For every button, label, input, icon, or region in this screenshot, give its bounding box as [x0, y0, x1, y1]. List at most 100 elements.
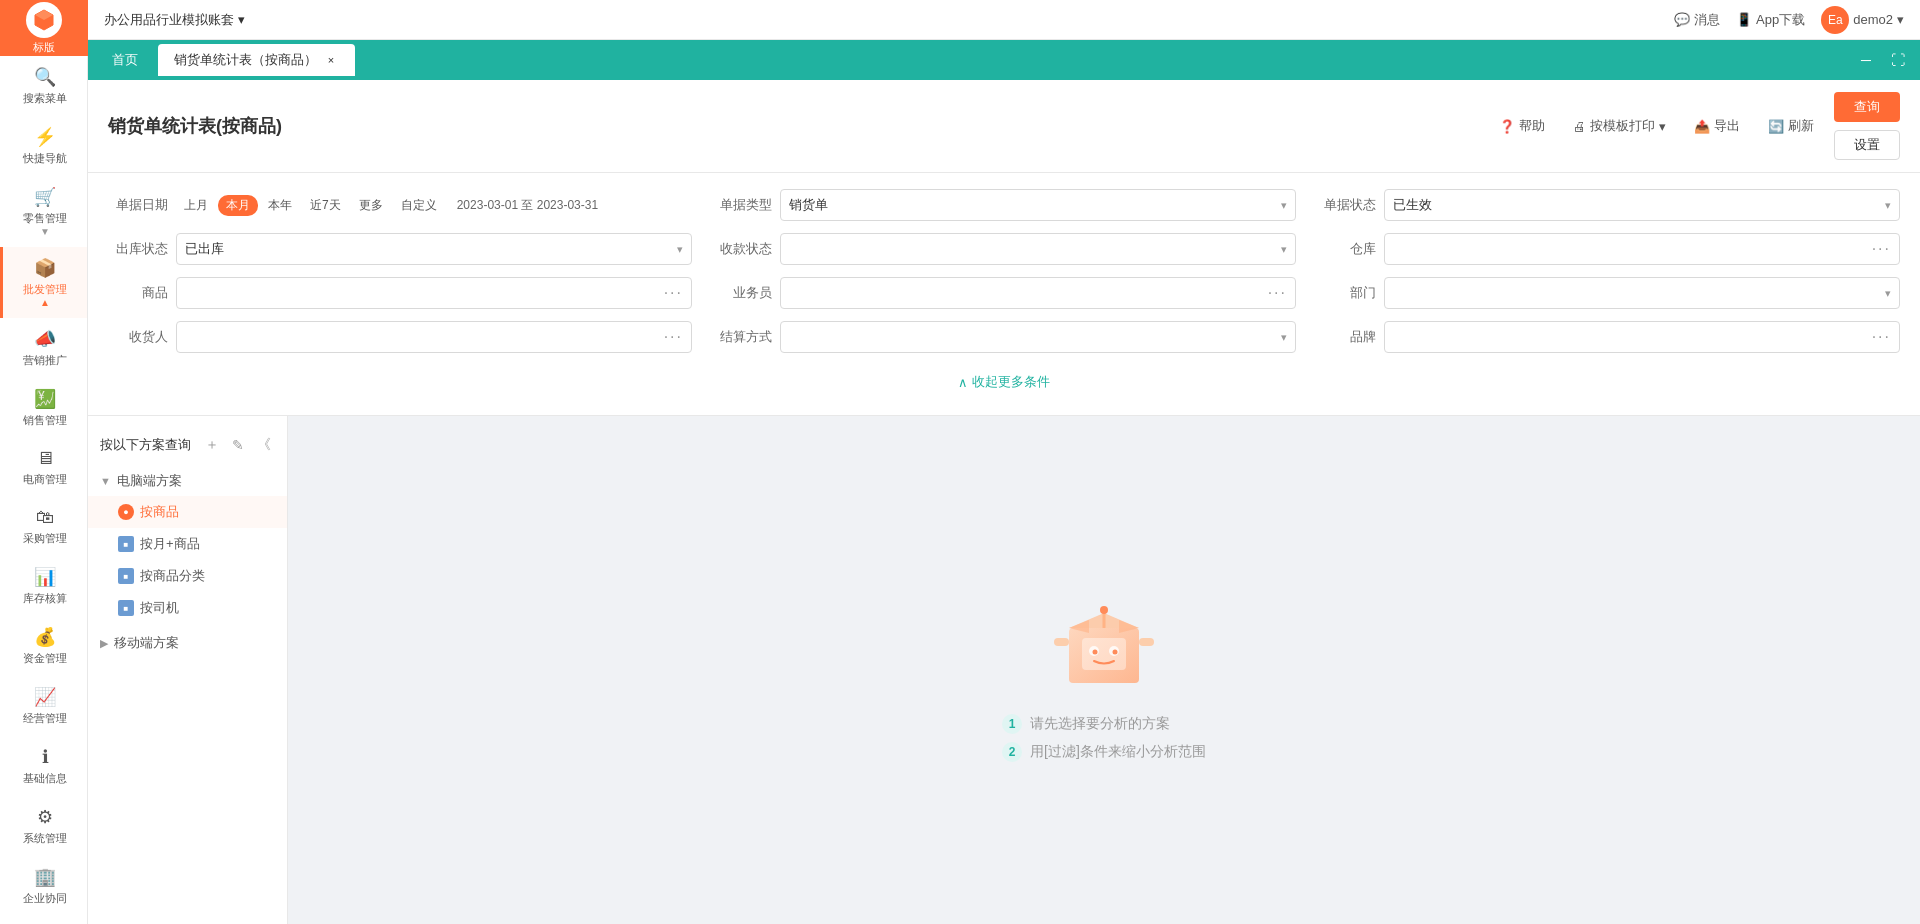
this-month-btn[interactable]: 本月	[218, 195, 258, 216]
sidebar-menu: 🔍 搜索菜单 ⚡ 快捷导航 🛒 零售管理 ▼ 📦 批发管理 ▲ 📣 营销推广 💹…	[0, 56, 87, 924]
download-icon: 📱	[1736, 12, 1752, 27]
nav-add-button[interactable]: ＋	[201, 434, 223, 456]
sidebar-item-ecommerce-label: 电商管理	[23, 472, 67, 487]
more-date-btn[interactable]: 更多	[351, 195, 391, 216]
svg-point-5	[1113, 650, 1118, 655]
sidebar-item-quicknav[interactable]: ⚡ 快捷导航	[0, 116, 87, 176]
tab-sales-stats[interactable]: 销货单统计表（按商品） ×	[158, 44, 355, 76]
tab-maximize-button[interactable]: ⛶	[1884, 46, 1912, 74]
step-1-number: 1	[1002, 714, 1022, 734]
nav-section-mobile-header[interactable]: ▶ 移动端方案	[88, 628, 287, 658]
doc-type-input[interactable]: 销货单 ▾	[780, 189, 1296, 221]
payment-status-dropdown-icon: ▾	[1281, 243, 1287, 256]
workspace-selector[interactable]: 办公用品行业模拟账套 ▾	[104, 11, 245, 29]
out-status-input[interactable]: 已出库 ▾	[176, 233, 692, 265]
nav-item-by-category[interactable]: ■ 按商品分类	[88, 560, 287, 592]
nav-item-by-month-goods[interactable]: ■ 按月+商品	[88, 528, 287, 560]
last-7days-btn[interactable]: 近7天	[302, 195, 349, 216]
sidebar-item-marketing[interactable]: 📣 营销推广	[0, 318, 87, 378]
app-download-button[interactable]: 📱 App下载	[1736, 11, 1805, 29]
nav-section-desktop-header[interactable]: ▼ 电脑端方案	[88, 466, 287, 496]
export-button[interactable]: 📤 导出	[1686, 113, 1748, 139]
nav-item-by-driver-icon: ■	[118, 600, 134, 616]
nav-collapse-button[interactable]: 《	[253, 434, 275, 456]
sidebar-item-wholesale[interactable]: 📦 批发管理 ▲	[0, 247, 87, 318]
empty-state-icon	[1044, 578, 1164, 698]
tab-minimize-button[interactable]: ─	[1852, 46, 1880, 74]
empty-step-1: 1 请先选择要分析的方案	[1002, 714, 1206, 734]
doc-type-value: 销货单	[789, 196, 1277, 214]
sidebar-item-system[interactable]: ⚙ 系统管理	[0, 796, 87, 856]
this-year-btn[interactable]: 本年	[260, 195, 300, 216]
page-title: 销货单统计表(按商品)	[108, 114, 282, 150]
topbar-right: 💬 消息 📱 App下载 Ea demo2 ▾	[1674, 6, 1904, 34]
goods-input[interactable]: ···	[176, 277, 692, 309]
help-button[interactable]: ❓ 帮助	[1491, 113, 1553, 139]
finance-icon: 💰	[34, 626, 56, 648]
print-label: 按模板打印	[1590, 117, 1655, 135]
query-button[interactable]: 查询	[1834, 92, 1900, 122]
main-area: 办公用品行业模拟账套 ▾ 💬 消息 📱 App下载 Ea demo2 ▾ 首页	[88, 0, 1920, 924]
department-input[interactable]: ▾	[1384, 277, 1900, 309]
refresh-button[interactable]: 🔄 刷新	[1760, 113, 1822, 139]
receiver-dots-icon: ···	[664, 328, 683, 346]
custom-date-btn[interactable]: 自定义	[393, 195, 445, 216]
sidebar-item-operations[interactable]: 📈 经营管理	[0, 676, 87, 736]
sidebar-item-guide[interactable]: 🎯 新手引导	[0, 916, 87, 924]
sidebar-item-retail[interactable]: 🛒 零售管理 ▼	[0, 176, 87, 247]
sidebar-item-purchase[interactable]: 🛍 采购管理	[0, 497, 87, 556]
sidebar-item-inventory[interactable]: 📊 库存核算	[0, 556, 87, 616]
nav-section-mobile-expand-icon: ▶	[100, 637, 108, 650]
salesperson-input[interactable]: ···	[780, 277, 1296, 309]
page-header: 销货单统计表(按商品) ❓ 帮助 🖨 按模板打印 ▾ 📤 导出 🔄 刷新	[88, 80, 1920, 173]
left-nav-tools: ＋ ✎ 《	[201, 434, 275, 456]
step-2-text: 用[过滤]条件来缩小分析范围	[1030, 743, 1206, 761]
svg-point-7	[1100, 606, 1108, 614]
last-month-btn[interactable]: 上月	[176, 195, 216, 216]
svg-rect-8	[1054, 638, 1069, 646]
help-label: 帮助	[1519, 117, 1545, 135]
sidebar-item-search[interactable]: 🔍 搜索菜单	[0, 56, 87, 116]
sidebar-item-basic-label: 基础信息	[23, 771, 67, 786]
sidebar-item-ecommerce[interactable]: 🖥 电商管理	[0, 438, 87, 497]
svg-point-4	[1093, 650, 1098, 655]
filter-date: 单据日期 上月 本月 本年 近7天 更多 自定义 2023-03-01 至 20…	[108, 195, 692, 216]
nav-item-by-driver[interactable]: ■ 按司机	[88, 592, 287, 624]
workspace-dropdown-icon: ▾	[238, 12, 245, 27]
refresh-label: 刷新	[1788, 117, 1814, 135]
brand-input[interactable]: ···	[1384, 321, 1900, 353]
settlement-input[interactable]: ▾	[780, 321, 1296, 353]
retail-expand-icon: ▼	[40, 226, 50, 237]
tab-close-button[interactable]: ×	[323, 52, 339, 68]
warehouse-dots-icon: ···	[1872, 240, 1891, 258]
nav-item-by-goods[interactable]: ● 按商品	[88, 496, 287, 528]
tab-home[interactable]: 首页	[96, 44, 154, 76]
receiver-input[interactable]: ···	[176, 321, 692, 353]
left-nav-header-label: 按以下方案查询	[100, 436, 191, 454]
message-label: 消息	[1694, 11, 1720, 29]
settlement-label: 结算方式	[712, 328, 772, 346]
print-button[interactable]: 🖨 按模板打印 ▾	[1565, 113, 1674, 139]
user-menu[interactable]: Ea demo2 ▾	[1821, 6, 1904, 34]
message-button[interactable]: 💬 消息	[1674, 11, 1720, 29]
tab-sales-stats-label: 销货单统计表（按商品）	[174, 51, 317, 69]
doc-status-label: 单据状态	[1316, 196, 1376, 214]
operations-icon: 📈	[34, 686, 56, 708]
sidebar-item-enterprise[interactable]: 🏢 企业协同	[0, 856, 87, 916]
doc-status-input[interactable]: 已生效 ▾	[1384, 189, 1900, 221]
payment-status-input[interactable]: ▾	[780, 233, 1296, 265]
tabbar: 首页 销货单统计表（按商品） × ─ ⛶	[88, 40, 1920, 80]
tab-home-label: 首页	[112, 51, 138, 69]
warehouse-input[interactable]: ···	[1384, 233, 1900, 265]
settings-button[interactable]: 设置	[1834, 130, 1900, 160]
sidebar: 标版 🔍 搜索菜单 ⚡ 快捷导航 🛒 零售管理 ▼ 📦 批发管理 ▲ 📣 营销推…	[0, 0, 88, 924]
workspace-label: 办公用品行业模拟账套	[104, 11, 234, 29]
collapse-filter-button[interactable]: ∧ 收起更多条件	[108, 365, 1900, 399]
sidebar-item-basic[interactable]: ℹ 基础信息	[0, 736, 87, 796]
logo[interactable]: 标版	[0, 0, 88, 56]
filter-payment-status: 收款状态 ▾	[712, 233, 1296, 265]
sidebar-item-finance[interactable]: 💰 资金管理	[0, 616, 87, 676]
collapse-icon: ∧	[958, 375, 968, 390]
nav-edit-button[interactable]: ✎	[227, 434, 249, 456]
sidebar-item-sales[interactable]: 💹 销售管理	[0, 378, 87, 438]
